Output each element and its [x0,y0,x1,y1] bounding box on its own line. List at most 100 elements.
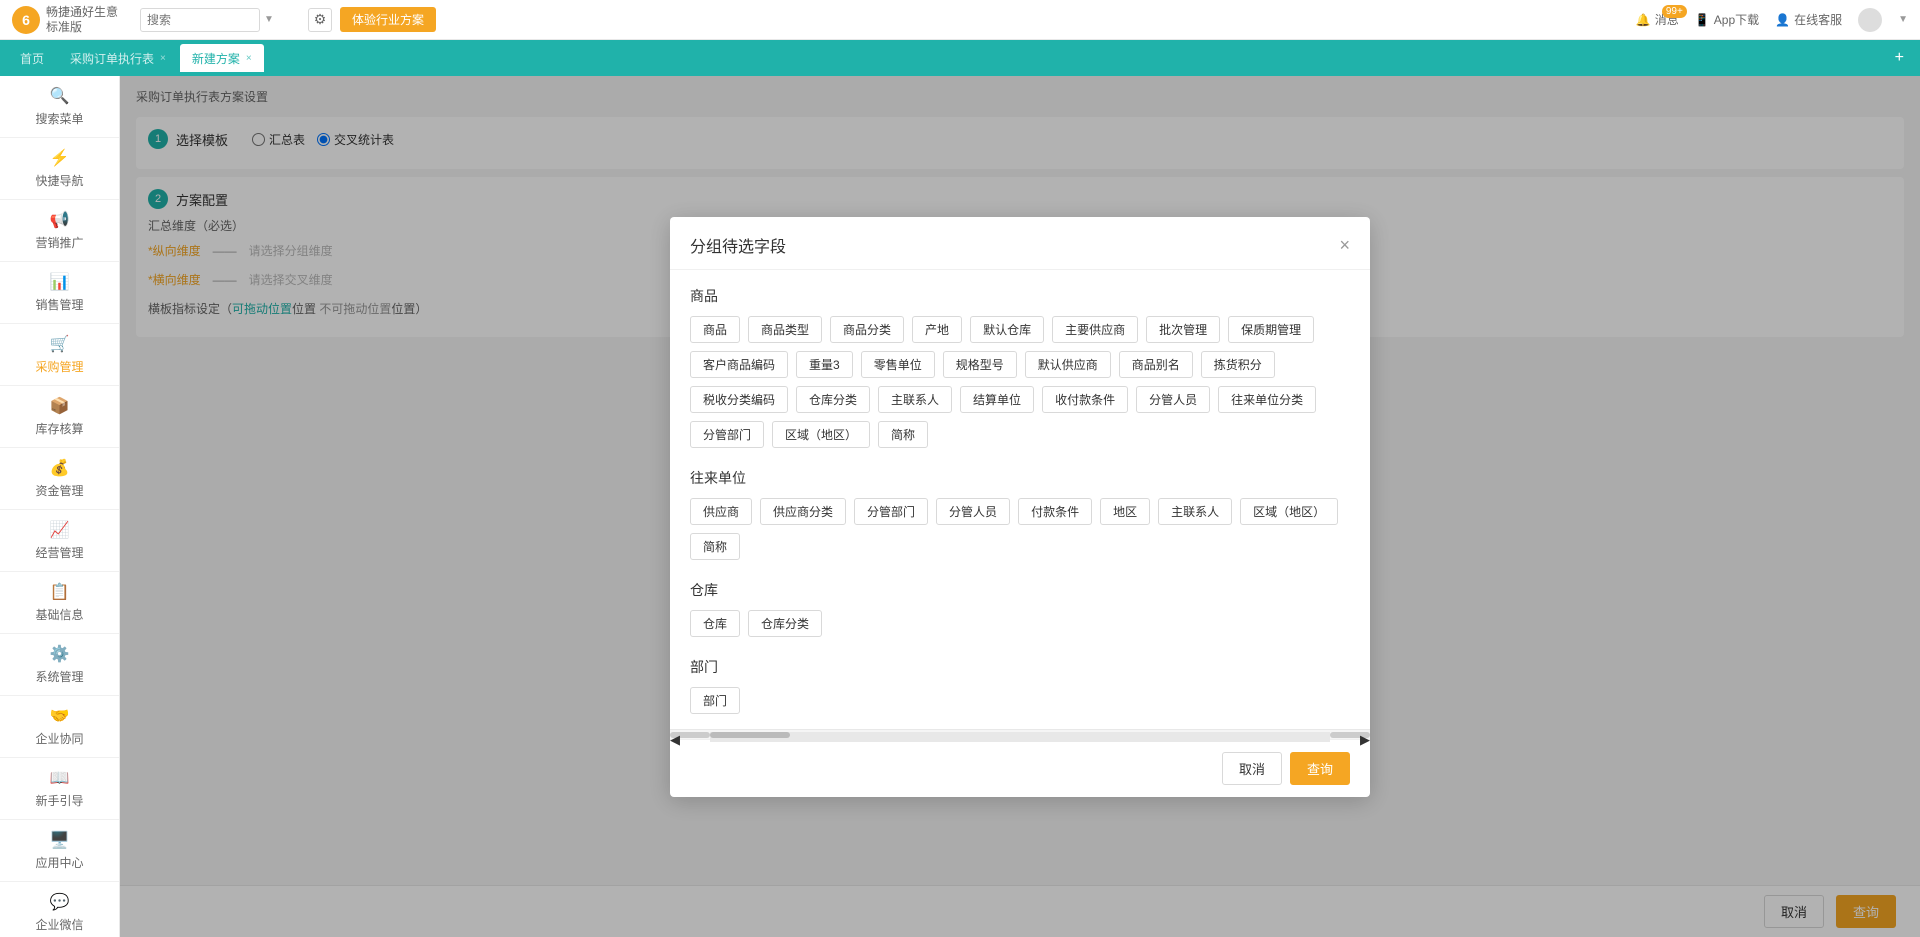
app-download-btn[interactable]: 📱 App下载 [1695,11,1759,28]
field-tag[interactable]: 重量3 [796,351,853,378]
field-tag[interactable]: 税收分类编码 [690,386,788,413]
modal-close-icon[interactable]: × [1339,236,1350,254]
sidebar-item-finance[interactable]: 💰 资金管理 [0,448,119,510]
sidebar: 🔍 搜索菜单 ⚡ 快捷导航 📢 营销推广 📊 销售管理 🛒 采购管理 📦 库存核… [0,76,120,937]
tab-add-btn[interactable]: + [1887,49,1912,67]
field-group-partner: 往来单位 供应商 供应商分类 分管部门 分管人员 付款条件 地区 主联系人 区域… [690,468,1350,560]
field-tag[interactable]: 零售单位 [861,351,935,378]
finance-icon: 💰 [50,458,70,478]
sidebar-item-apps[interactable]: 🖥️ 应用中心 [0,820,119,882]
field-tag[interactable]: 主要供应商 [1052,316,1138,343]
field-tag[interactable]: 区域（地区） [772,421,870,448]
field-tag[interactable]: 结算单位 [960,386,1034,413]
service-icon: 👤 [1775,13,1790,27]
field-tag[interactable]: 分管人员 [1136,386,1210,413]
sidebar-item-basic[interactable]: 📋 基础信息 [0,572,119,634]
field-tag[interactable]: 区域（地区） [1240,498,1338,525]
modal-cancel-btn[interactable]: 取消 [1222,752,1282,785]
tab-purchase-exec[interactable]: 采购订单执行表 × [58,44,178,72]
system-icon: ⚙️ [50,644,70,664]
field-tag[interactable]: 商品类型 [748,316,822,343]
sidebar-sales-label: 销售管理 [35,296,83,313]
tab-home-label: 首页 [20,50,44,67]
field-tag[interactable]: 分管部门 [690,421,764,448]
settings-icon[interactable]: ⚙ [308,8,332,32]
online-service-btn[interactable]: 👤 在线客服 [1775,11,1842,28]
sidebar-item-purchase[interactable]: 🛒 采购管理 [0,324,119,386]
field-group-product: 商品 商品 商品类型 商品分类 产地 默认仓库 主要供应商 批次管理 保质期管理… [690,286,1350,448]
tab-home[interactable]: 首页 [8,44,56,72]
field-tag[interactable]: 默认供应商 [1025,351,1111,378]
field-tag[interactable]: 分管人员 [936,498,1010,525]
sidebar-item-sales[interactable]: 📊 销售管理 [0,262,119,324]
field-tag[interactable]: 收付款条件 [1042,386,1128,413]
field-tag[interactable]: 规格型号 [943,351,1017,378]
field-tag[interactable]: 批次管理 [1146,316,1220,343]
field-tag[interactable]: 供应商 [690,498,752,525]
experience-btn[interactable]: 体验行业方案 [340,7,436,32]
app-icon: 📱 [1695,13,1710,27]
modal-hscroll-right-arrow[interactable]: ▶ [1330,732,1370,738]
search-dropdown-icon[interactable]: ▼ [264,14,274,25]
modal-footer: 取消 查询 [670,739,1370,797]
field-tag[interactable]: 客户商品编码 [690,351,788,378]
field-tag[interactable]: 分管部门 [854,498,928,525]
sidebar-item-search[interactable]: 🔍 搜索菜单 [0,76,119,138]
modal-hscroll-left-arrow[interactable]: ◀ [670,732,710,738]
sidebar-item-system[interactable]: ⚙️ 系统管理 [0,634,119,696]
field-tag[interactable]: 简称 [690,533,740,560]
logo-area: 6 畅捷通好生意 标准版 [12,5,132,34]
sidebar-item-quicknav[interactable]: ⚡ 快捷导航 [0,138,119,200]
inventory-icon: 📦 [50,396,70,416]
search-input[interactable] [140,8,260,32]
modal-confirm-btn[interactable]: 查询 [1290,752,1350,785]
field-tag[interactable]: 商品别名 [1119,351,1193,378]
tab-new-plan[interactable]: 新建方案 × [180,44,264,72]
sidebar-search-label: 搜索菜单 [35,110,83,127]
field-group-warehouse: 仓库 仓库 仓库分类 [690,580,1350,637]
field-tag[interactable]: 主联系人 [1158,498,1232,525]
marketing-icon: 📢 [50,210,70,230]
sidebar-item-collab[interactable]: 🤝 企业协同 [0,696,119,758]
message-btn[interactable]: 🔔 消息 99+ [1636,11,1679,28]
purchase-icon: 🛒 [50,334,70,354]
nav-tabs: 首页 采购订单执行表 × 新建方案 × + [0,40,1920,76]
field-tag[interactable]: 仓库分类 [796,386,870,413]
modal-hscroll[interactable]: ◀ ▶ [670,729,1370,739]
tab-purchase-exec-close[interactable]: × [160,53,166,64]
sidebar-quicknav-label: 快捷导航 [35,172,83,189]
sidebar-operations-label: 经营管理 [35,544,83,561]
field-tag[interactable]: 供应商分类 [760,498,846,525]
field-tag[interactable]: 仓库 [690,610,740,637]
sidebar-collab-label: 企业协同 [35,730,83,747]
field-tag[interactable]: 商品分类 [830,316,904,343]
field-tag[interactable]: 默认仓库 [970,316,1044,343]
field-tag[interactable]: 仓库分类 [748,610,822,637]
field-tag[interactable]: 产地 [912,316,962,343]
modal-title: 分组待选字段 [690,233,786,257]
top-right-actions: 🔔 消息 99+ 📱 App下载 👤 在线客服 ▼ [1636,8,1908,32]
field-tag[interactable]: 拣货积分 [1201,351,1275,378]
sidebar-item-operations[interactable]: 📈 经营管理 [0,510,119,572]
main-layout: 🔍 搜索菜单 ⚡ 快捷导航 📢 营销推广 📊 销售管理 🛒 采购管理 📦 库存核… [0,76,1920,937]
user-avatar[interactable] [1858,8,1882,32]
field-tag[interactable]: 简称 [878,421,928,448]
tab-new-plan-close[interactable]: × [246,53,252,64]
field-tag[interactable]: 部门 [690,687,740,714]
sidebar-item-marketing[interactable]: 📢 营销推广 [0,200,119,262]
field-tag[interactable]: 商品 [690,316,740,343]
user-arrow[interactable]: ▼ [1898,14,1908,25]
field-tag[interactable]: 往来单位分类 [1218,386,1316,413]
sidebar-item-inventory[interactable]: 📦 库存核算 [0,386,119,448]
sidebar-item-guide[interactable]: 📖 新手引导 [0,758,119,820]
field-tag[interactable]: 主联系人 [878,386,952,413]
field-tag[interactable]: 保质期管理 [1228,316,1314,343]
field-group-dept: 部门 部门 [690,657,1350,714]
wecom-icon: 💬 [50,892,70,912]
modal-hscroll-thumb[interactable] [710,732,790,738]
sidebar-marketing-label: 营销推广 [35,234,83,251]
sidebar-basic-label: 基础信息 [35,606,83,623]
sidebar-item-wecom[interactable]: 💬 企业微信 [0,882,119,937]
field-tag[interactable]: 地区 [1100,498,1150,525]
field-tag[interactable]: 付款条件 [1018,498,1092,525]
